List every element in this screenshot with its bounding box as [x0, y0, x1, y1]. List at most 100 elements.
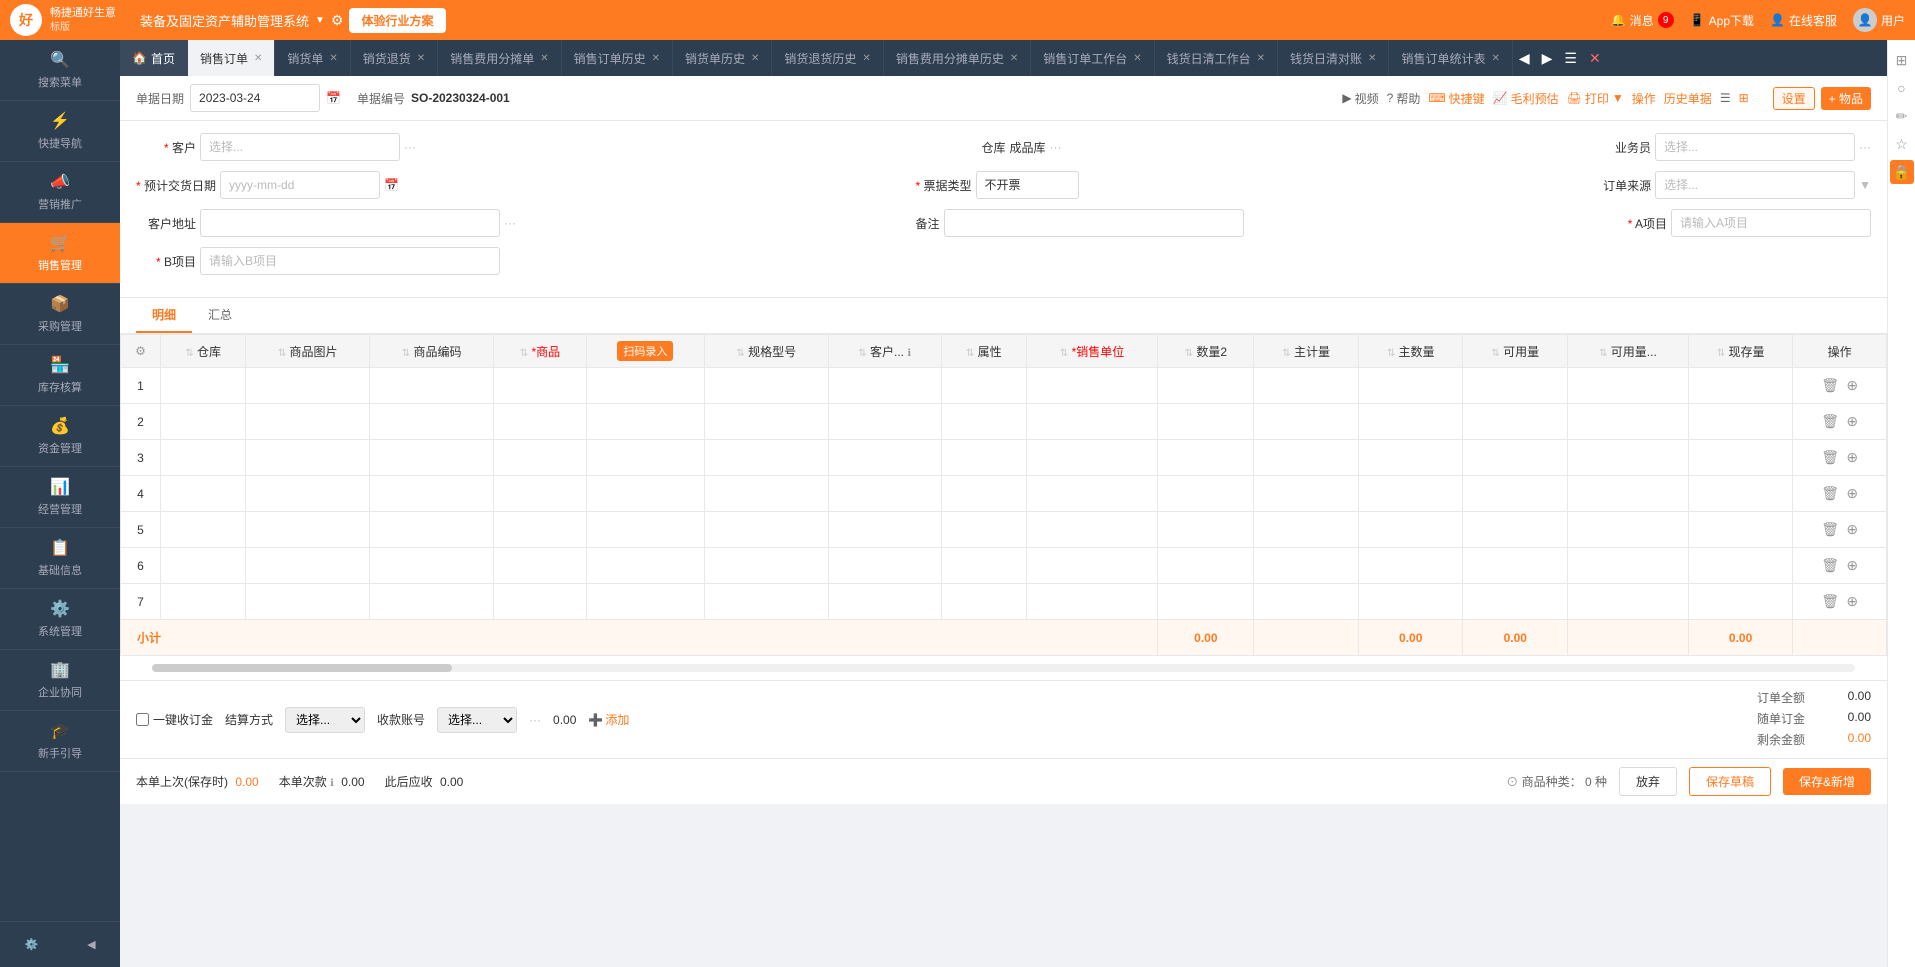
note-input[interactable] [944, 209, 1244, 237]
tab-sales-order-history[interactable]: 销售订单历史 ✕ [562, 40, 673, 76]
profit-estimate-btn[interactable]: 📈 毛利预估 [1493, 90, 1559, 107]
tab-scroll-left-btn[interactable]: ◀ [1513, 50, 1536, 67]
sort-icon[interactable]: ⇅ [858, 348, 866, 359]
dropdown-arrow-icon[interactable]: ▼ [315, 15, 325, 26]
delete-icon[interactable]: 🗑 [1821, 557, 1839, 573]
scan-input-button[interactable]: 扫码录入 [617, 341, 673, 361]
sort-icon[interactable]: ⇅ [278, 348, 286, 359]
operate-btn[interactable]: 操作 [1632, 90, 1656, 107]
delete-icon[interactable]: 🗑 [1821, 521, 1839, 537]
table-gear-icon[interactable]: ⚙ [135, 344, 146, 358]
delete-icon[interactable]: 🗑 [1821, 593, 1839, 609]
delete-icon[interactable]: 🗑 [1821, 485, 1839, 501]
salesperson-more-icon[interactable]: ··· [1859, 140, 1871, 154]
account-select[interactable]: 选择... [437, 707, 517, 733]
save-draft-button[interactable]: 保存草稿 [1689, 767, 1771, 796]
horizontal-scrollbar[interactable] [120, 656, 1887, 680]
sort-icon[interactable]: ⇅ [1282, 348, 1290, 359]
tab-close-expense-split[interactable]: ✕ [540, 53, 548, 64]
sidebar-item-operations[interactable]: 📊 经营管理 [0, 467, 120, 528]
inner-tab-detail[interactable]: 明细 [136, 298, 192, 333]
right-icon-grid[interactable]: ⊞ [1890, 48, 1914, 72]
right-icon-star[interactable]: ☆ [1890, 132, 1914, 156]
copy-icon[interactable]: ⊕ [1846, 593, 1858, 609]
print-btn[interactable]: 🖨 打印 ▼ [1567, 90, 1624, 107]
payment-method-select[interactable]: 选择... [285, 707, 365, 733]
tab-close-sales-return[interactable]: ✕ [417, 53, 425, 64]
sort-icon[interactable]: ⇅ [1060, 348, 1068, 359]
list-view-btn[interactable]: ☰ [1720, 91, 1731, 105]
right-icon-circle[interactable]: ○ [1890, 76, 1914, 100]
solution-button[interactable]: 体验行业方案 [349, 8, 445, 33]
tab-sales-order[interactable]: 销售订单 ✕ [188, 40, 275, 76]
sort-icon[interactable]: ⇅ [1491, 348, 1499, 359]
sidebar-item-marketing[interactable]: 📣 营销推广 [0, 162, 120, 223]
sidebar-item-inventory[interactable]: 🏪 库存核算 [0, 345, 120, 406]
sort-icon[interactable]: ⇅ [402, 348, 410, 359]
tab-sales-return[interactable]: 销货退货 ✕ [351, 40, 438, 76]
sidebar-item-newbie[interactable]: 🎓 新手引导 [0, 711, 120, 772]
tab-expense-history[interactable]: 销售费用分摊单历史 ✕ [884, 40, 1031, 76]
sort-icon[interactable]: ⇅ [1387, 348, 1395, 359]
order-source-input[interactable] [1655, 171, 1855, 199]
sort-icon[interactable]: ⇅ [1717, 348, 1725, 359]
tab-close-all-btn[interactable]: ✕ [1583, 50, 1607, 67]
sort-icon[interactable]: ⇅ [736, 348, 744, 359]
tab-sales-workbench[interactable]: 销售订单工作台 ✕ [1031, 40, 1154, 76]
order-source-dropdown-icon[interactable]: ▼ [1859, 178, 1871, 192]
sidebar-item-enterprise[interactable]: 🏢 企业协同 [0, 650, 120, 711]
sidebar-item-basics[interactable]: 📋 基础信息 [0, 528, 120, 589]
sidebar-item-search[interactable]: 🔍 搜索菜单 [0, 40, 120, 101]
delete-icon[interactable]: 🗑 [1821, 449, 1839, 465]
tab-credit-verify[interactable]: 钱货日清对账 ✕ [1278, 40, 1389, 76]
tab-close-credit-verify[interactable]: ✕ [1368, 53, 1376, 64]
save-new-button[interactable]: 保存&新增 [1783, 768, 1871, 795]
sidebar-item-purchase[interactable]: 📦 采购管理 [0, 284, 120, 345]
settings-right-button[interactable]: 设置 [1773, 87, 1815, 110]
delivery-date-input[interactable] [220, 171, 380, 199]
sidebar-item-sales[interactable]: 🛒 销售管理 [0, 223, 120, 284]
col-header-gear[interactable]: ⚙ [121, 335, 161, 368]
copy-icon[interactable]: ⊕ [1846, 521, 1858, 537]
one-click-deposit-checkbox[interactable]: 一键收订金 [136, 711, 213, 728]
tab-sales-summary[interactable]: 销售订单统计表 ✕ [1389, 40, 1512, 76]
tab-sales-return-history[interactable]: 销货退货历史 ✕ [772, 40, 883, 76]
salesperson-input[interactable] [1655, 133, 1855, 161]
view-video-btn[interactable]: ▶ 视频 [1342, 90, 1378, 107]
one-click-checkbox-input[interactable] [136, 713, 149, 726]
account-more-icon[interactable]: ··· [529, 713, 541, 727]
delivery-calendar-icon[interactable]: 📅 [384, 178, 399, 192]
notification-bell[interactable]: 🔔 消息 9 [1611, 12, 1674, 29]
sidebar-settings-gear[interactable]: ⚙️ [19, 930, 43, 959]
inner-tab-summary[interactable]: 汇总 [192, 298, 248, 333]
tab-close-sales-back[interactable]: ✕ [329, 53, 337, 64]
warehouse-more-icon[interactable]: ··· [1050, 140, 1062, 154]
sort-icon[interactable]: ⇅ [1599, 348, 1607, 359]
tab-list-btn[interactable]: ☰ [1558, 50, 1583, 67]
sort-icon[interactable]: ⇅ [966, 348, 974, 359]
tab-close-order-history[interactable]: ✕ [652, 53, 660, 64]
online-service-link[interactable]: 👤 在线客服 [1770, 12, 1837, 29]
grid-view-btn[interactable]: ⊞ [1739, 91, 1749, 105]
sort-icon[interactable]: ⇅ [520, 348, 528, 359]
tab-close-credit-clear[interactable]: ✕ [1257, 53, 1265, 64]
tab-sales-expense-split[interactable]: 销售费用分摊单 ✕ [438, 40, 561, 76]
tab-home[interactable]: 🏠 首页 [120, 40, 188, 76]
copy-icon[interactable]: ⊕ [1846, 413, 1858, 429]
sidebar-item-quick-nav[interactable]: ⚡ 快捷导航 [0, 101, 120, 162]
delete-icon[interactable]: 🗑 [1821, 413, 1839, 429]
discard-button[interactable]: 放弃 [1619, 767, 1677, 796]
calendar-icon[interactable]: 📅 [326, 91, 341, 105]
right-icon-lock[interactable]: 🔒 [1890, 160, 1914, 184]
sort-icon[interactable]: ⇅ [1185, 348, 1193, 359]
invoice-type-select[interactable]: 不开票 增值税普通发票 增值税专用发票 [976, 171, 1079, 199]
b-project-input[interactable] [200, 247, 500, 275]
address-more-icon[interactable]: ··· [504, 216, 516, 230]
delete-icon[interactable]: 🗑 [1821, 377, 1839, 393]
copy-icon[interactable]: ⊕ [1846, 557, 1858, 573]
tab-scroll-right-btn[interactable]: ▶ [1536, 50, 1559, 67]
tab-sales-back-history[interactable]: 销货单历史 ✕ [673, 40, 772, 76]
tab-sales-back[interactable]: 销货单 ✕ [275, 40, 350, 76]
shortcut-btn[interactable]: ⌨ 快捷键 [1428, 90, 1484, 107]
user-menu[interactable]: 👤 用户 [1853, 8, 1905, 32]
